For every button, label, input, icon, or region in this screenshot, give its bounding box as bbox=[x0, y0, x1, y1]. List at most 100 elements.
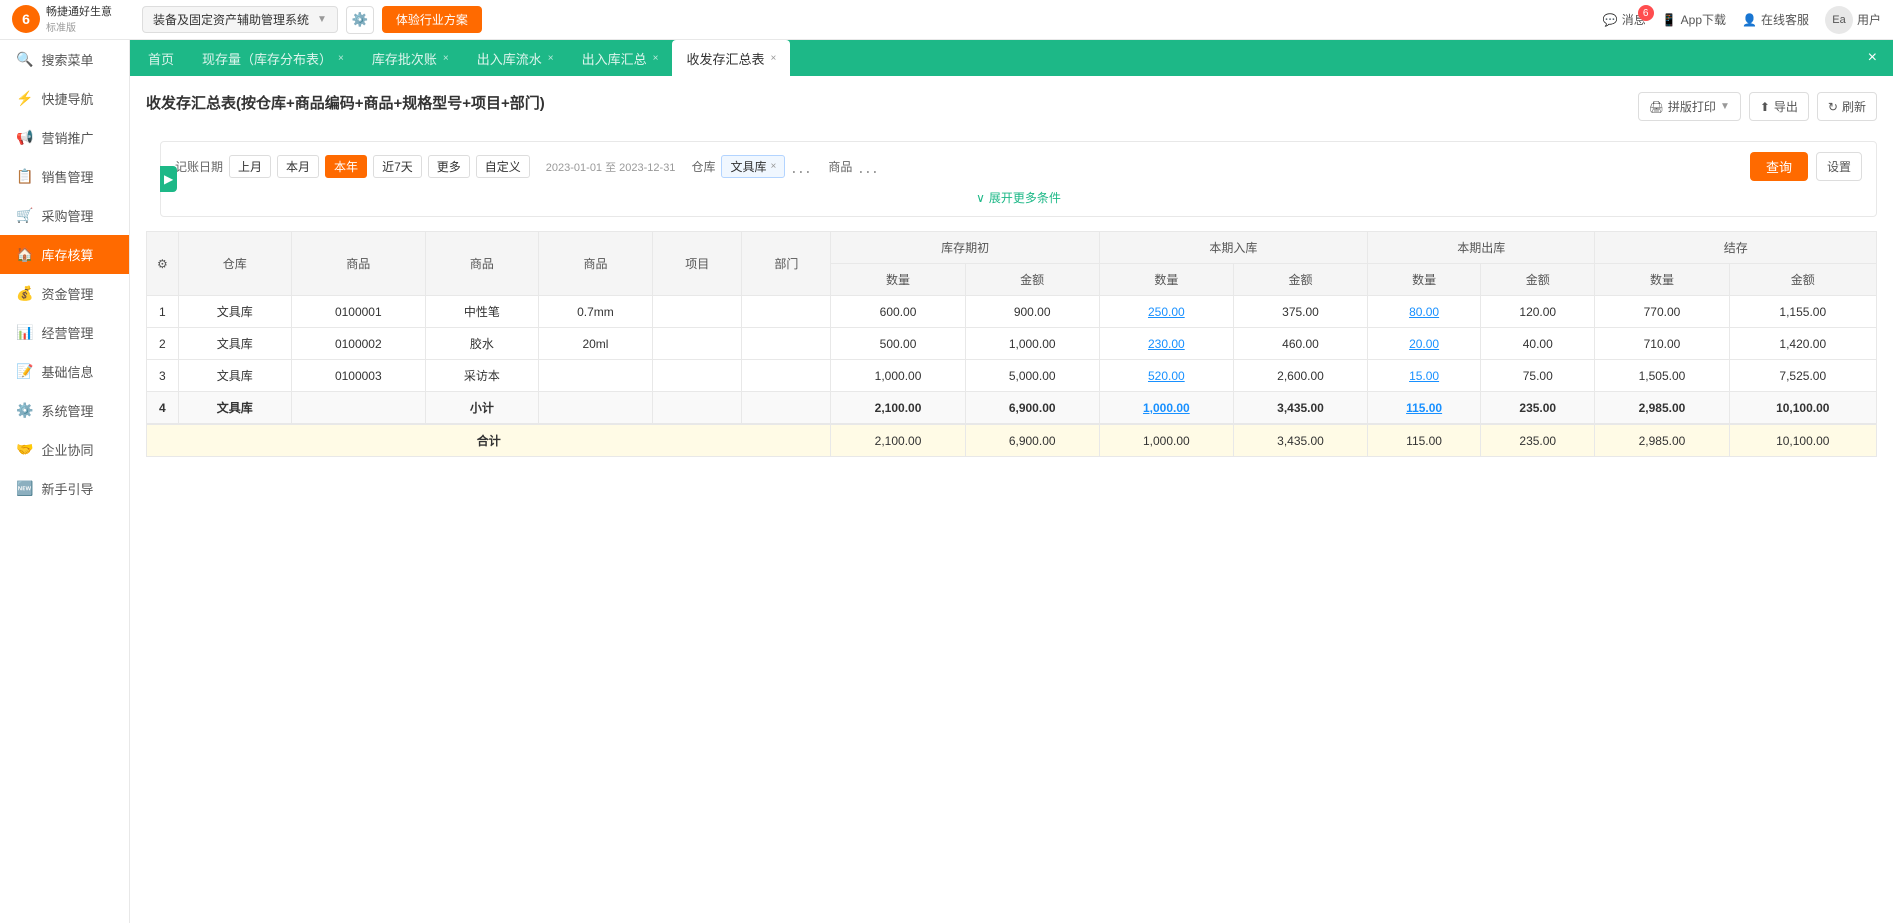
search-icon: 🔍 bbox=[16, 51, 33, 68]
product-more-button[interactable]: ... bbox=[858, 158, 879, 176]
tab-flow[interactable]: 出入库流水 × bbox=[463, 40, 568, 76]
close-tab-batch[interactable]: × bbox=[443, 53, 449, 64]
cell-project bbox=[653, 328, 742, 360]
brand-name: 畅捷通好生意 bbox=[46, 5, 112, 19]
product-filter-label: 商品 bbox=[828, 158, 852, 175]
th-in-group: 本期入库 bbox=[1099, 232, 1367, 264]
table-row: 1 文具库 0100001 中性笔 0.7mm 600.00 900.00 25… bbox=[147, 296, 1877, 328]
tab-bar: 首页 现存量（库存分布表） × 库存批次账 × 出入库流水 × 出入库汇总 × … bbox=[130, 40, 1893, 76]
date-range-display: 2023-01-01 至 2023-12-31 bbox=[546, 159, 676, 175]
cell-out-qty: 15.00 bbox=[1368, 360, 1481, 392]
cell-warehouse: 文具库 bbox=[178, 360, 291, 392]
dropdown-arrow-icon: ▼ bbox=[317, 14, 327, 25]
sidebar-item-search[interactable]: 🔍 搜索菜单 bbox=[0, 40, 129, 79]
close-tab-recv-send[interactable]: × bbox=[770, 53, 776, 64]
close-tab-inventory-dist[interactable]: × bbox=[338, 53, 344, 64]
cell-warehouse: 文具库 bbox=[178, 328, 291, 360]
cell-warehouse: 文具库 bbox=[178, 392, 291, 425]
sidebar-item-quick-nav[interactable]: ⚡ 快捷导航 bbox=[0, 79, 129, 118]
warehouse-filter-label: 仓库 bbox=[691, 158, 715, 175]
page-title: 收发存汇总表(按仓库+商品编码+商品+规格型号+项目+部门) bbox=[146, 92, 545, 113]
sidebar-item-guide[interactable]: 🆕 新手引导 bbox=[0, 469, 129, 508]
tab-batch[interactable]: 库存批次账 × bbox=[358, 40, 463, 76]
date-btn-7days[interactable]: 近7天 bbox=[373, 155, 422, 178]
export-button[interactable]: ⬆ 导出 bbox=[1749, 92, 1809, 121]
refresh-button[interactable]: ↻ 刷新 bbox=[1817, 92, 1877, 121]
th-project: 项目 bbox=[653, 232, 742, 296]
table-row: 4 文具库 小计 2,100.00 6,900.00 1,000.00 3,43… bbox=[147, 392, 1877, 425]
cell-seq: 3 bbox=[147, 360, 179, 392]
cell-product-spec bbox=[538, 360, 652, 392]
refresh-icon: ↻ bbox=[1828, 100, 1838, 114]
warehouse-filter-group: 仓库 文具库 × ... bbox=[691, 155, 812, 178]
date-btn-more[interactable]: 更多 bbox=[428, 155, 470, 178]
product-filter-group: 商品 ... bbox=[828, 158, 879, 176]
query-button[interactable]: 查询 bbox=[1750, 152, 1808, 181]
page-content: 收发存汇总表(按仓库+商品编码+商品+规格型号+项目+部门) 🖨 拼版打印 ▼ … bbox=[130, 76, 1893, 923]
main-content: 首页 现存量（库存分布表） × 库存批次账 × 出入库流水 × 出入库汇总 × … bbox=[130, 40, 1893, 923]
cell-project bbox=[653, 360, 742, 392]
sidebar-item-sales[interactable]: 📋 销售管理 bbox=[0, 157, 129, 196]
date-filter-label: 记账日期 bbox=[175, 158, 223, 175]
print-icon: 🖨 bbox=[1649, 100, 1664, 114]
money-icon: 💰 bbox=[16, 285, 33, 302]
logo-area: 6 畅捷通好生意 标准版 bbox=[12, 5, 142, 34]
cell-product-code: 0100003 bbox=[291, 360, 425, 392]
messages-item[interactable]: 💬 消息 6 bbox=[1603, 11, 1646, 28]
date-btn-this-year[interactable]: 本年 bbox=[325, 155, 367, 178]
sidebar-item-basic-info[interactable]: 📝 基础信息 bbox=[0, 352, 129, 391]
filter-row: 记账日期 上月 本月 本年 近7天 更多 自定义 2023-01-01 至 20… bbox=[175, 152, 1862, 181]
online-service-item[interactable]: 👤 在线客服 bbox=[1742, 11, 1809, 28]
cell-opening-amt: 900.00 bbox=[965, 296, 1099, 328]
cell-in-qty: 1,000.00 bbox=[1099, 392, 1233, 425]
sidebar-item-system[interactable]: ⚙️ 系统管理 bbox=[0, 391, 129, 430]
top-right-area: 💬 消息 6 📱 App下载 👤 在线客服 Ea 用户 bbox=[1603, 6, 1881, 34]
cell-project bbox=[653, 296, 742, 328]
table-settings-icon[interactable]: ⚙ bbox=[157, 257, 168, 271]
cell-balance-amt: 7,525.00 bbox=[1729, 360, 1876, 392]
note-icon: 📝 bbox=[16, 363, 33, 380]
footer-out-amt: 235.00 bbox=[1481, 424, 1595, 457]
sidebar-item-purchase[interactable]: 🛒 采购管理 bbox=[0, 196, 129, 235]
cell-product-spec: 0.7mm bbox=[538, 296, 652, 328]
sidebar-item-inventory[interactable]: 🏠 库存核算 bbox=[0, 235, 129, 274]
cell-out-amt: 40.00 bbox=[1481, 328, 1595, 360]
user-item[interactable]: Ea 用户 bbox=[1825, 6, 1881, 34]
trial-button[interactable]: 体验行业方案 bbox=[382, 6, 482, 33]
close-all-tabs[interactable]: × bbox=[1856, 49, 1889, 67]
filter-expand-button[interactable]: ▶ bbox=[160, 166, 177, 192]
tab-summary[interactable]: 出入库汇总 × bbox=[568, 40, 673, 76]
close-tab-flow[interactable]: × bbox=[548, 53, 554, 64]
cell-department bbox=[742, 296, 831, 328]
tab-recv-send[interactable]: 收发存汇总表 × bbox=[672, 40, 790, 76]
cell-opening-qty: 2,100.00 bbox=[831, 392, 965, 425]
column-settings-button[interactable]: 设置 bbox=[1816, 152, 1862, 181]
sidebar-item-enterprise[interactable]: 🤝 企业协同 bbox=[0, 430, 129, 469]
sidebar-item-marketing[interactable]: 📢 营销推广 bbox=[0, 118, 129, 157]
cell-product-spec bbox=[538, 392, 652, 425]
tab-inventory-dist[interactable]: 现存量（库存分布表） × bbox=[188, 40, 358, 76]
message-icon: 💬 bbox=[1603, 13, 1618, 27]
system-title[interactable]: 装备及固定资产辅助管理系统 ▼ bbox=[142, 6, 338, 33]
warehouse-more-button[interactable]: ... bbox=[791, 158, 812, 176]
date-btn-last-month[interactable]: 上月 bbox=[229, 155, 271, 178]
tab-home[interactable]: 首页 bbox=[134, 40, 188, 76]
expand-more-conditions[interactable]: ∨ 展开更多条件 bbox=[976, 189, 1061, 206]
settings-button[interactable]: ⚙️ bbox=[346, 6, 374, 34]
footer-out-qty: 115.00 bbox=[1368, 424, 1481, 457]
date-btn-this-month[interactable]: 本月 bbox=[277, 155, 319, 178]
date-btn-custom[interactable]: 自定义 bbox=[476, 155, 530, 178]
app-download-item[interactable]: 📱 App下载 bbox=[1662, 11, 1726, 28]
footer-opening-qty: 2,100.00 bbox=[831, 424, 965, 457]
print-button[interactable]: 🖨 拼版打印 ▼ bbox=[1638, 92, 1741, 121]
cell-balance-amt: 10,100.00 bbox=[1729, 392, 1876, 425]
cell-in-qty: 230.00 bbox=[1099, 328, 1233, 360]
th-in-qty: 数量 bbox=[1099, 264, 1233, 296]
cell-in-amt: 2,600.00 bbox=[1233, 360, 1367, 392]
sidebar-item-operations[interactable]: 📊 经营管理 bbox=[0, 313, 129, 352]
cell-balance-qty: 1,505.00 bbox=[1595, 360, 1729, 392]
cell-in-amt: 460.00 bbox=[1233, 328, 1367, 360]
close-tab-summary[interactable]: × bbox=[653, 53, 659, 64]
sidebar-item-assets[interactable]: 💰 资金管理 bbox=[0, 274, 129, 313]
warehouse-tag-close[interactable]: × bbox=[770, 161, 776, 172]
